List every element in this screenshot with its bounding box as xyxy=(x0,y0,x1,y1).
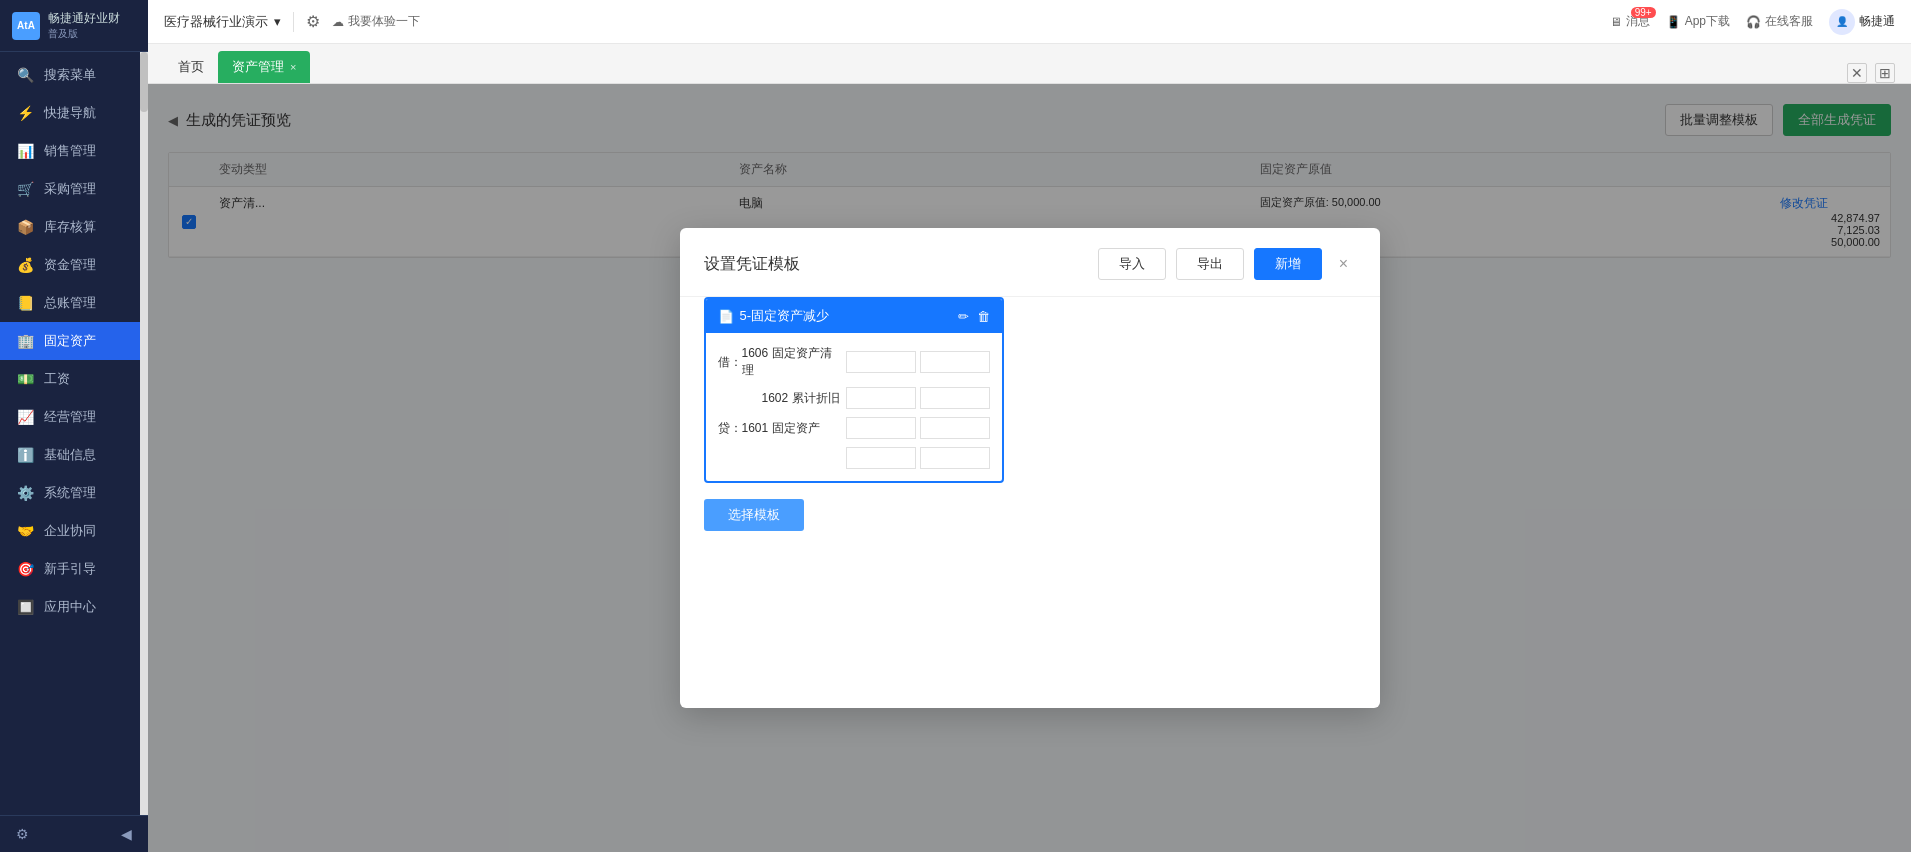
dialog-body: 📄 5-固定资产减少 ✏ 🗑 xyxy=(680,297,1380,708)
app-logo: AtA xyxy=(12,12,40,40)
scrollbar-thumb[interactable] xyxy=(140,52,148,112)
tab-home[interactable]: 首页 xyxy=(164,51,218,83)
entry-row-2: 贷： 1601 固定资产 xyxy=(706,413,1002,443)
settings-footer-icon[interactable]: ⚙ xyxy=(16,826,29,842)
tabbar: 首页 资产管理 × ✕ ⊞ xyxy=(148,44,1911,84)
sidebar-item-sales[interactable]: 📊 销售管理 xyxy=(0,132,140,170)
topbar: 医疗器械行业演示 ▾ ⚙ ☁ 我要体验一下 🖥 消息 99+ 📱 App下载 xyxy=(148,0,1911,44)
sidebar-item-business[interactable]: 📈 经营管理 xyxy=(0,398,140,436)
entry-credit-0 xyxy=(920,351,990,373)
headset-icon: 🎧 xyxy=(1746,15,1761,29)
main-area: 医疗器械行业演示 ▾ ⚙ ☁ 我要体验一下 🖥 消息 99+ 📱 App下载 xyxy=(148,0,1911,852)
topbar-divider xyxy=(293,12,294,32)
entry-row-empty xyxy=(706,443,1002,473)
sidebar-item-app-center[interactable]: 🔲 应用中心 xyxy=(0,588,140,626)
sidebar-item-inventory[interactable]: 📦 库存核算 xyxy=(0,208,140,246)
export-btn[interactable]: 导出 xyxy=(1176,248,1244,280)
apps-icon: 🔲 xyxy=(16,598,34,616)
window-close-btn[interactable]: ✕ xyxy=(1847,63,1867,83)
ledger-icon: 📒 xyxy=(16,294,34,312)
select-template-btn[interactable]: 选择模板 xyxy=(704,499,804,531)
user-menu[interactable]: 👤 畅捷通 xyxy=(1829,9,1895,35)
dialog: 设置凭证模板 导入 导出 新增 × xyxy=(680,228,1380,708)
template-card-header: 📄 5-固定资产减少 ✏ 🗑 xyxy=(706,299,1002,333)
app-title: 畅捷通好业财 普及版 xyxy=(48,10,120,41)
gear-icon: ⚙️ xyxy=(16,484,34,502)
sidebar-nav: 🔍 搜索菜单 ⚡ 快捷导航 📊 销售管理 🛒 采购管理 📦 库存核算 xyxy=(0,52,140,815)
empty-cell-2 xyxy=(920,447,990,469)
entry-debit-0 xyxy=(846,351,916,373)
dialog-close-btn[interactable]: × xyxy=(1332,252,1356,276)
empty-cell-1 xyxy=(846,447,916,469)
entry-credit-2 xyxy=(920,417,990,439)
sidebar-scrollbar[interactable] xyxy=(140,52,148,815)
handshake-icon: 🤝 xyxy=(16,522,34,540)
dialog-header: 设置凭证模板 导入 导出 新增 × xyxy=(680,228,1380,297)
download-icon: 📱 xyxy=(1666,15,1681,29)
company-selector[interactable]: 医疗器械行业演示 ▾ xyxy=(164,13,281,31)
entry-row-1: 1602 累计折旧 xyxy=(706,383,1002,413)
sidebar-item-salary[interactable]: 💵 工资 xyxy=(0,360,140,398)
sidebar-item-basic-info[interactable]: ℹ️ 基础信息 xyxy=(0,436,140,474)
dropdown-arrow-icon: ▾ xyxy=(274,14,281,29)
info-icon: ℹ️ xyxy=(16,446,34,464)
sidebar-footer: ⚙ ◀ xyxy=(0,815,148,852)
entry-credit-1 xyxy=(920,387,990,409)
cloud-icon: ☁ xyxy=(332,15,344,29)
sidebar-item-system[interactable]: ⚙️ 系统管理 xyxy=(0,474,140,512)
sidebar-item-newbie[interactable]: 🎯 新手引导 xyxy=(0,550,140,588)
notification-icon: 🖥 xyxy=(1610,15,1622,29)
sidebar-header: AtA 畅捷通好业财 普及版 xyxy=(0,0,148,52)
content-area: ◀ 生成的凭证预览 批量调整模板 全部生成凭证 变动类型 资产名称 固定资产原值 xyxy=(148,84,1911,852)
collapse-icon[interactable]: ◀ xyxy=(121,826,132,842)
trend-icon: 📈 xyxy=(16,408,34,426)
sidebar: AtA 畅捷通好业财 普及版 🔍 搜索菜单 ⚡ 快捷导航 📊 xyxy=(0,0,148,852)
sidebar-item-enterprise[interactable]: 🤝 企业协同 xyxy=(0,512,140,550)
notification-btn[interactable]: 🖥 消息 99+ xyxy=(1610,13,1650,30)
sidebar-item-search[interactable]: 🔍 搜索菜单 xyxy=(0,56,140,94)
avatar: 👤 xyxy=(1829,9,1855,35)
window-maximize-btn[interactable]: ⊞ xyxy=(1875,63,1895,83)
sidebar-item-quick-nav[interactable]: ⚡ 快捷导航 xyxy=(0,94,140,132)
sidebar-item-fixed-assets[interactable]: 🏢 固定资产 xyxy=(0,322,140,360)
salary-icon: 💵 xyxy=(16,370,34,388)
cart-icon: 🛒 xyxy=(16,180,34,198)
import-btn[interactable]: 导入 xyxy=(1098,248,1166,280)
tab-asset-mgmt[interactable]: 资产管理 × xyxy=(218,51,310,83)
chart-icon: 📊 xyxy=(16,142,34,160)
template-card: 📄 5-固定资产减少 ✏ 🗑 xyxy=(704,297,1004,483)
guide-icon: 🎯 xyxy=(16,560,34,578)
modal-overlay[interactable]: 设置凭证模板 导入 导出 新增 × xyxy=(148,84,1911,852)
window-controls: ✕ ⊞ xyxy=(1847,63,1895,83)
sidebar-item-finance[interactable]: 💰 资金管理 xyxy=(0,246,140,284)
new-template-btn[interactable]: 新增 xyxy=(1254,248,1322,280)
experience-btn[interactable]: ☁ 我要体验一下 xyxy=(332,13,420,30)
template-card-body: 借： 1606 固定资产清理 xyxy=(706,333,1002,481)
money-icon: 💰 xyxy=(16,256,34,274)
entry-debit-2 xyxy=(846,417,916,439)
template-card-title: 📄 5-固定资产减少 xyxy=(718,307,830,325)
topbar-right: 🖥 消息 99+ 📱 App下载 🎧 在线客服 👤 畅捷通 xyxy=(1610,9,1895,35)
template-card-actions: ✏ 🗑 xyxy=(958,309,990,324)
sidebar-item-purchase[interactable]: 🛒 采购管理 xyxy=(0,170,140,208)
template-edit-icon[interactable]: ✏ xyxy=(958,309,969,324)
topbar-settings-icon[interactable]: ⚙ xyxy=(306,12,320,31)
dialog-title: 设置凭证模板 xyxy=(704,254,800,275)
search-icon: 🔍 xyxy=(16,66,34,84)
entry-row-0: 借： 1606 固定资产清理 xyxy=(706,341,1002,383)
lightning-icon: ⚡ xyxy=(16,104,34,122)
entry-debit-1 xyxy=(846,387,916,409)
sidebar-item-ledger[interactable]: 📒 总账管理 xyxy=(0,284,140,322)
box-icon: 📦 xyxy=(16,218,34,236)
tab-close-icon[interactable]: × xyxy=(290,61,296,73)
customer-service-btn[interactable]: 🎧 在线客服 xyxy=(1746,13,1813,30)
template-doc-icon: 📄 xyxy=(718,309,734,324)
template-delete-icon[interactable]: 🗑 xyxy=(977,309,990,324)
app-download-btn[interactable]: 📱 App下载 xyxy=(1666,13,1730,30)
building-icon: 🏢 xyxy=(16,332,34,350)
